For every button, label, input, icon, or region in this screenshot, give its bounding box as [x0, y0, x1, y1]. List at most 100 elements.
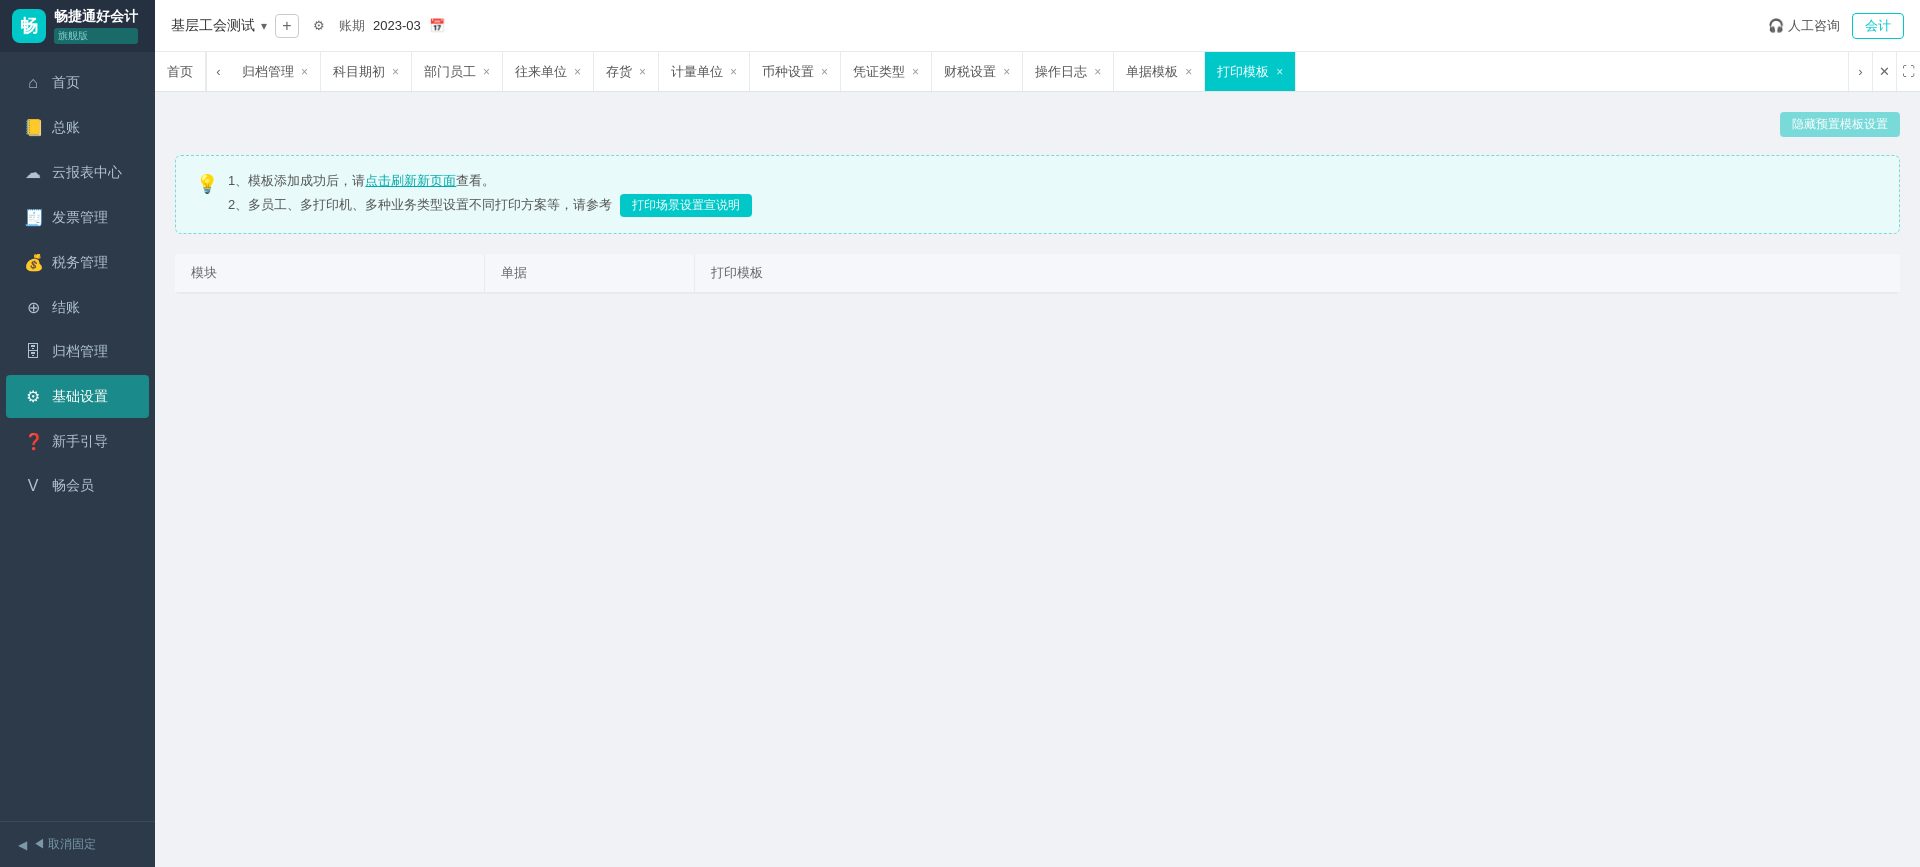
calendar-icon[interactable]: 📅: [429, 18, 445, 33]
member-icon: V: [24, 477, 42, 495]
th-module: 模块: [175, 254, 485, 292]
data-table: 模块 单据 打印模板: [175, 254, 1900, 294]
tab-close-print-template[interactable]: ×: [1276, 66, 1283, 78]
tab-nav-next[interactable]: ›: [1848, 52, 1872, 92]
sidebar-item-member[interactable]: V 畅会员: [6, 465, 149, 507]
sidebar-item-basic-settings[interactable]: ⚙ 基础设置: [6, 375, 149, 418]
tab-archive-mgmt[interactable]: 归档管理 ×: [230, 52, 321, 92]
customer-service-label: 人工咨询: [1788, 17, 1840, 35]
sidebar-item-home[interactable]: ⌂首页: [6, 62, 149, 104]
tab-voucher-type[interactable]: 凭证类型×: [841, 52, 932, 92]
tab-label-single-template: 单据模板: [1126, 63, 1178, 81]
add-company-btn[interactable]: +: [275, 14, 299, 38]
brand-sub: 旗舰版: [54, 28, 138, 44]
tab-close-voucher-type[interactable]: ×: [912, 66, 919, 78]
tab-close-departments[interactable]: ×: [483, 66, 490, 78]
period-label: 账期: [339, 17, 365, 35]
notice-box: 💡 1、模板添加成功后，请点击刷新新页面查看。 2、多员工、多打印机、多种业务类…: [175, 155, 1900, 234]
member-label: 畅会员: [52, 477, 94, 495]
checkout-label: 结账: [52, 299, 80, 317]
invoice-label: 发票管理: [52, 209, 108, 227]
th-template: 打印模板: [695, 254, 1900, 292]
sidebar: 畅 畅捷通好会计 旗舰版 ⌂首页 📒 总账 ☁ 云报表中心 🧾 发票管理 💰 税务管理 ⊕ 结账 🗄归…: [0, 0, 155, 867]
sidebar-item-checkout[interactable]: ⊕ 结账: [6, 286, 149, 329]
basic-settings-label: 基础设置: [52, 388, 108, 406]
tab-close-counterparty[interactable]: ×: [574, 66, 581, 78]
top-header: 基层工会测试 ▾ + ⚙ 账期 2023-03 📅 🎧 人工咨询 会计: [155, 0, 1920, 52]
ledger-icon: 📒: [24, 118, 42, 137]
customer-service-btn[interactable]: 🎧 人工咨询: [1768, 17, 1840, 35]
tax-icon: 💰: [24, 253, 42, 272]
logo-text: 畅捷通好会计 旗舰版: [54, 8, 138, 44]
tab-tax-settings[interactable]: 财税设置×: [932, 52, 1023, 92]
tab-close-inventory[interactable]: ×: [639, 66, 646, 78]
tab-close-subjects[interactable]: ×: [392, 66, 399, 78]
tab-operation-log[interactable]: 操作日志×: [1023, 52, 1114, 92]
company-selector[interactable]: 基层工会测试 ▾: [171, 17, 267, 35]
invoice-icon: 🧾: [24, 208, 42, 227]
tab-close-unit[interactable]: ×: [730, 66, 737, 78]
header-right: 🎧 人工咨询 会计: [1768, 13, 1904, 39]
tab-label-unit: 计量单位: [671, 63, 723, 81]
sidebar-footer[interactable]: ◀ ◀ 取消固定: [0, 821, 155, 867]
tab-close-all-btn[interactable]: ✕: [1872, 52, 1896, 92]
tab-close-archive-mgmt[interactable]: ×: [301, 66, 308, 78]
tab-close-single-template[interactable]: ×: [1185, 66, 1192, 78]
sidebar-item-archive[interactable]: 🗄归档管理: [6, 331, 149, 373]
tab-nav-prev[interactable]: ‹: [206, 52, 230, 92]
tab-subjects[interactable]: 科目期初 ×: [321, 52, 412, 92]
guide-label: 新手引导: [52, 433, 108, 451]
cloud-report-icon: ☁: [24, 163, 42, 182]
notice-line-1: 1、模板添加成功后，请点击刷新新页面查看。: [228, 172, 752, 190]
notice-text-block: 1、模板添加成功后，请点击刷新新页面查看。 2、多员工、多打印机、多种业务类型设…: [228, 172, 752, 217]
tab-close-tax-settings[interactable]: ×: [1003, 66, 1010, 78]
hide-preview-btn[interactable]: 隐藏预置模板设置: [1780, 112, 1900, 137]
notice-line-2: 2、多员工、多打印机、多种业务类型设置不同打印方案等，请参考 打印场景设置宣说明: [228, 194, 752, 217]
sidebar-logo: 畅 畅捷通好会计 旗舰版: [0, 0, 155, 52]
home-label: 首页: [52, 74, 80, 92]
tab-currency[interactable]: 币种设置 ×: [750, 52, 841, 92]
header-left: 基层工会测试 ▾ + ⚙ 账期 2023-03 📅: [171, 14, 445, 38]
tab-expand-btn[interactable]: ⛶: [1896, 52, 1920, 92]
ledger-label: 总账: [52, 119, 80, 137]
company-name: 基层工会测试: [171, 17, 255, 35]
tab-close-operation-log[interactable]: ×: [1094, 66, 1101, 78]
sidebar-item-ledger[interactable]: 📒 总账: [6, 106, 149, 149]
refresh-link[interactable]: 点击刷新新页面: [365, 173, 456, 188]
company-dropdown-icon: ▾: [261, 19, 267, 33]
settings-icon[interactable]: ⚙: [307, 14, 331, 38]
tab-label-print-template: 打印模板: [1217, 63, 1269, 81]
notice-content: 💡 1、模板添加成功后，请点击刷新新页面查看。 2、多员工、多打印机、多种业务类…: [196, 172, 1879, 217]
tab-label-departments: 部门员工: [424, 63, 476, 81]
tab-label-subjects: 科目期初: [333, 63, 385, 81]
tab-counterparty[interactable]: 往来单位 ×: [503, 52, 594, 92]
tab-close-currency[interactable]: ×: [821, 66, 828, 78]
logo-icon: 畅: [12, 9, 46, 43]
main-content: 基层工会测试 ▾ + ⚙ 账期 2023-03 📅 🎧 人工咨询 会计 首页‹归…: [155, 0, 1920, 867]
tab-label-inventory: 存货: [606, 63, 632, 81]
print-scene-btn[interactable]: 打印场景设置宣说明: [620, 194, 752, 217]
basic-settings-icon: ⚙: [24, 387, 42, 406]
period-value: 2023-03: [373, 18, 421, 33]
guide-icon: ❓: [24, 432, 42, 451]
cloud-report-label: 云报表中心: [52, 164, 122, 182]
tax-label: 税务管理: [52, 254, 108, 272]
archive-icon: 🗄: [24, 343, 42, 361]
sidebar-nav: ⌂首页 📒 总账 ☁ 云报表中心 🧾 发票管理 💰 税务管理 ⊕ 结账 🗄归档管理 ⚙ 基础设置 ❓ 新手引导…: [0, 52, 155, 821]
tab-unit[interactable]: 计量单位 ×: [659, 52, 750, 92]
sidebar-item-cloud-report[interactable]: ☁ 云报表中心: [6, 151, 149, 194]
checkout-icon: ⊕: [24, 298, 42, 317]
tab-departments[interactable]: 部门员工 ×: [412, 52, 503, 92]
tab-single-template[interactable]: 单据模板 ×: [1114, 52, 1205, 92]
sidebar-item-tax[interactable]: 💰 税务管理: [6, 241, 149, 284]
sidebar-item-guide[interactable]: ❓ 新手引导: [6, 420, 149, 463]
tab-label-counterparty: 往来单位: [515, 63, 567, 81]
tab-inventory[interactable]: 存货 ×: [594, 52, 659, 92]
tab-print-template[interactable]: 打印模板 ×: [1205, 52, 1296, 92]
tab-home[interactable]: 首页: [155, 52, 206, 92]
tab-label-archive-mgmt: 归档管理: [242, 63, 294, 81]
tab-label-currency: 币种设置: [762, 63, 814, 81]
sidebar-item-invoice[interactable]: 🧾 发票管理: [6, 196, 149, 239]
notice-icon: 💡: [196, 173, 218, 195]
account-button[interactable]: 会计: [1852, 13, 1904, 39]
